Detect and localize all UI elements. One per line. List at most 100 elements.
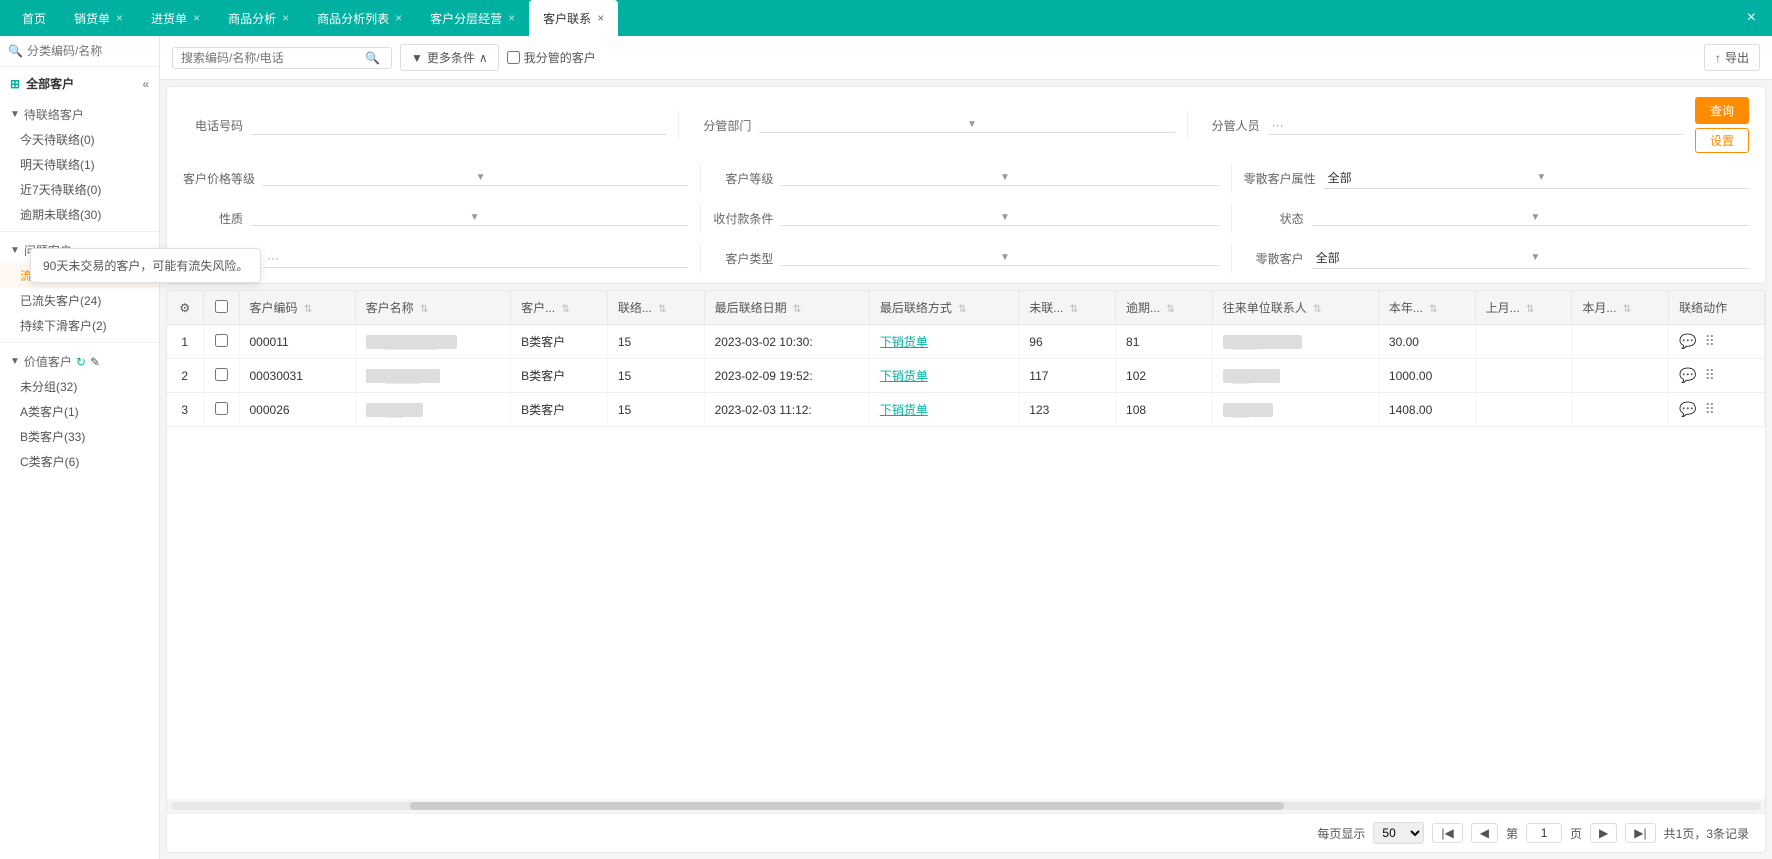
sidebar-item-c-class[interactable]: C类客户(6) (0, 449, 159, 474)
per-page-select[interactable]: 50 100 (1373, 822, 1424, 844)
zero-attr-select[interactable]: 全部 ▼ (1324, 167, 1749, 189)
window-close-icon[interactable]: × (1739, 9, 1764, 27)
query-button[interactable]: 查询 (1695, 97, 1749, 124)
price-level-select[interactable]: ▼ (263, 170, 688, 186)
tab-sales[interactable]: 销货单 × (60, 0, 137, 36)
sidebar-item-today[interactable]: 今天待联络(0) (0, 127, 159, 152)
tab-purchase-close[interactable]: × (193, 11, 200, 25)
sidebar-item-overdue[interactable]: 逾期未联络(30) (0, 202, 159, 227)
col-overdue[interactable]: 逾期... ⇅ (1116, 291, 1213, 325)
sidebar-item-7days[interactable]: 近7天待联络(0) (0, 177, 159, 202)
sidebar-item-b-class[interactable]: B类客户(33) (0, 424, 159, 449)
tab-purchase[interactable]: 进货单 × (137, 0, 214, 36)
my-customers-check[interactable] (507, 51, 520, 64)
action-chat-icon[interactable]: 💬 (1679, 401, 1696, 418)
action-more-icon[interactable]: ⠿ (1705, 333, 1715, 350)
sidebar-item-declining[interactable]: 持续下滑客户(2) (0, 313, 159, 338)
col-code[interactable]: 客户编码 ⇅ (239, 291, 355, 325)
row-actions: 💬 ⠿ (1669, 325, 1765, 359)
status-label: 状态 (1244, 210, 1304, 227)
row-check-2[interactable] (215, 402, 228, 415)
settings-button[interactable]: 设置 (1695, 128, 1749, 153)
row-this-year: 30.00 (1378, 325, 1475, 359)
col-settings[interactable]: ⚙ (167, 291, 203, 325)
export-button[interactable]: ↑ 导出 (1704, 44, 1760, 71)
person-label: 分管人员 (1200, 117, 1260, 134)
action-more-icon[interactable]: ⠿ (1705, 401, 1715, 418)
last-page-button[interactable]: ▶| (1625, 823, 1655, 843)
sidebar-search-input[interactable] (27, 44, 160, 58)
filter-icon: ▼ (411, 51, 423, 65)
tab-sales-close[interactable]: × (116, 11, 123, 25)
refresh-icon[interactable]: ↻ (76, 355, 86, 369)
select-all-checkbox[interactable] (215, 300, 228, 313)
horizontal-scrollbar[interactable] (167, 799, 1765, 813)
more-filter-button[interactable]: ▼ 更多条件 ∧ (400, 44, 499, 71)
sidebar-group-pending[interactable]: ▼ 待联络客户 (0, 100, 159, 127)
tab-customer-layer-close[interactable]: × (508, 11, 515, 25)
row-name: ██ (355, 393, 510, 427)
row-last-method[interactable]: 下销货单 (869, 359, 1018, 393)
divider2 (1187, 110, 1188, 140)
tab-product-analysis-close[interactable]: × (282, 11, 289, 25)
col-no-contact[interactable]: 未联... ⇅ (1019, 291, 1116, 325)
next-page-button[interactable]: ▶ (1590, 823, 1617, 843)
row-last-method[interactable]: 下销货单 (869, 325, 1018, 359)
row-check-1[interactable] (215, 368, 228, 381)
dept-select[interactable]: ▼ (759, 117, 1174, 133)
sort-type-icon: ⇅ (561, 304, 569, 315)
sort-contact-icon: ⇅ (658, 304, 666, 315)
action-chat-icon[interactable]: 💬 (1679, 367, 1696, 384)
col-last-month[interactable]: 上月... ⇅ (1475, 291, 1572, 325)
sidebar-item-ungroup[interactable]: 未分组(32) (0, 374, 159, 399)
action-more-icon[interactable]: ⠿ (1705, 367, 1715, 384)
prev-page-button[interactable]: ◀ (1471, 823, 1498, 843)
page-number-input[interactable] (1526, 823, 1562, 843)
tab-product-list[interactable]: 商品分析列表 × (303, 0, 416, 36)
sort-overdue-icon: ⇅ (1166, 304, 1174, 315)
col-type[interactable]: 客户... ⇅ (511, 291, 608, 325)
person-select[interactable]: ··· (1268, 116, 1683, 135)
zero-customer-label: 零散客户 (1244, 250, 1304, 267)
row-contact-person: ███ 107... (1212, 325, 1378, 359)
sidebar-all-customers[interactable]: ⊞ 全部客户 « (0, 67, 159, 100)
filter-person: 分管人员 ··· (1200, 116, 1683, 135)
search-icon[interactable]: 🔍 (365, 51, 380, 65)
sidebar-search-bar: 🔍 (0, 36, 159, 67)
col-contact-person[interactable]: 往来单位联系人 ⇅ (1212, 291, 1378, 325)
col-contact[interactable]: 联络... ⇅ (607, 291, 704, 325)
filter-zero-customer: 零散客户 全部 ▼ (1244, 247, 1749, 269)
region-select[interactable]: ··· (263, 249, 688, 268)
col-this-month[interactable]: 本月... ⇅ (1572, 291, 1669, 325)
tab-product-list-close[interactable]: × (395, 11, 402, 25)
sidebar-item-tomorrow[interactable]: 明天待联络(1) (0, 152, 159, 177)
sort-code-icon: ⇅ (304, 304, 312, 315)
sidebar-item-a-class[interactable]: A类客户(1) (0, 399, 159, 424)
row-last-method[interactable]: 下销货单 (869, 393, 1018, 427)
row-check-0[interactable] (215, 334, 228, 347)
zero-customer-select[interactable]: 全部 ▼ (1312, 247, 1749, 269)
my-customers-checkbox[interactable]: 我分管的客户 (507, 49, 596, 66)
customer-level-select[interactable]: ▼ (781, 170, 1218, 186)
tab-product-analysis[interactable]: 商品分析 × (214, 0, 303, 36)
edit-icon[interactable]: ✎ (90, 355, 100, 369)
table-scroll[interactable]: ⚙ 客户编码 ⇅ 客户名称 ⇅ 客户... ⇅ 联络... ⇅ 最后联络日期 ⇅… (167, 291, 1765, 799)
search-input[interactable] (181, 51, 361, 65)
col-this-year[interactable]: 本年... ⇅ (1378, 291, 1475, 325)
tab-home[interactable]: 首页 (8, 0, 60, 36)
action-chat-icon[interactable]: 💬 (1679, 333, 1696, 350)
col-last-date[interactable]: 最后联络日期 ⇅ (704, 291, 869, 325)
tab-customer-contact[interactable]: 客户联系 × (529, 0, 618, 36)
first-page-button[interactable]: |◀ (1432, 823, 1462, 843)
col-last-method[interactable]: 最后联络方式 ⇅ (869, 291, 1018, 325)
gender-select[interactable]: ▼ (251, 210, 688, 226)
customer-type-select[interactable]: ▼ (781, 250, 1218, 266)
tab-customer-contact-close[interactable]: × (597, 11, 604, 25)
sidebar-group-value[interactable]: ▼ 价值客户 ↻ ✎ (0, 347, 159, 374)
tab-customer-layer[interactable]: 客户分层经营 × (416, 0, 529, 36)
phone-input[interactable] (251, 116, 666, 135)
payment-select[interactable]: ▼ (781, 210, 1218, 226)
status-select[interactable]: ▼ (1312, 210, 1749, 226)
col-name[interactable]: 客户名称 ⇅ (355, 291, 510, 325)
sidebar-item-churned[interactable]: 已流失客户(24) (0, 288, 159, 313)
